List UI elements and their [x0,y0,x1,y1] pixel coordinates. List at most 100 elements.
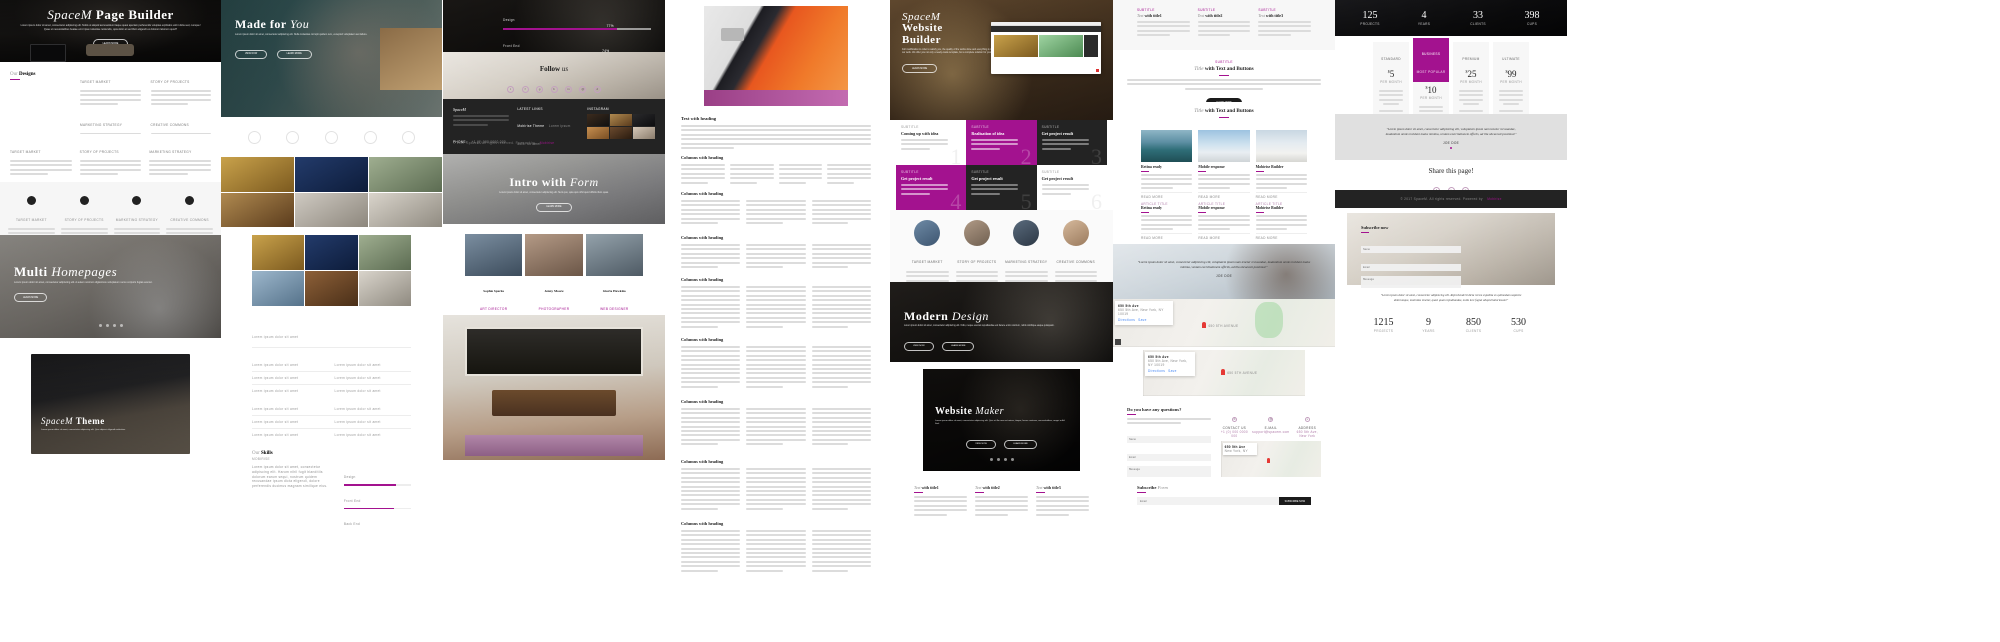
gallery-tile[interactable] [358,235,411,270]
step-card[interactable]: SUBTITLE Coming up with idea 1 [896,120,967,168]
circle-feature[interactable]: CREATIVE COMMONS [1054,220,1097,282]
feature-item[interactable]: STORY OF PROJECTS [79,140,142,178]
team-card[interactable]: Jenny Moore PHOTOGRAPHER [525,234,583,312]
block-subscribe-form[interactable]: Subscribe Form SUBSCRIBE NOW [1113,477,1335,517]
article-card[interactable]: ARTICLE TITLE Mobile response READ MORE [1198,202,1250,240]
gallery-tile[interactable] [369,193,442,227]
feature-item[interactable]: CREATIVE COMMONS [150,113,211,134]
pricing-card[interactable]: STANDARD $5 PER MONTH ORDER NOW [1373,42,1409,114]
team-card[interactable]: Sophie Sparks ART DIRECTOR [465,234,523,312]
block-icon-row[interactable]: TARGET MARKET STORY OF PROJECTS MARKETIN… [0,182,221,235]
instagram-thumb[interactable] [587,127,610,139]
gallery-tile[interactable] [305,271,358,306]
block-columns-heading-3[interactable]: Columns with heading [665,230,887,272]
message-input[interactable] [1127,465,1211,477]
title-column[interactable]: SUBTITLE Text with title2 [1197,8,1251,39]
block-text-titles-2[interactable]: SUBTITLE Text with title1 SUBTITLE Text … [1113,0,1335,50]
step-card[interactable]: SUBTITLE Get project result 3 [1036,120,1107,168]
feature-item[interactable]: STORY OF PROJECTS [150,70,211,108]
map-pin[interactable] [1266,457,1270,463]
hero-cta-button[interactable]: LEARN MORE [902,64,938,74]
instagram-thumb[interactable] [633,114,655,126]
pricing-card[interactable]: ULTIMATE $99 PER MONTH ORDER NOW [1493,42,1529,114]
instagram-thumb[interactable] [610,114,633,126]
article-card[interactable]: ARTICLE TITLE Retina ready READ MORE [1141,202,1193,240]
slider-dots[interactable] [923,448,1080,466]
block-map-boxed[interactable]: 650 5th Ave 650 5th Ave, New York, NY 10… [1113,347,1335,399]
name-input[interactable] [1127,435,1211,443]
block-columns-heading-8[interactable]: Columns with heading [665,516,887,578]
icon-feature[interactable]: CREATIVE COMMONS [166,196,213,235]
circle-feature[interactable]: TARGET MARKET [906,220,949,282]
title-column[interactable]: Text with title3 [1036,485,1089,518]
list-item[interactable]: Lorem ipsum dolor sit amet Lorem ipsum do… [252,403,411,416]
dribbble-icon[interactable]: d [593,85,601,93]
hero-view-button[interactable]: VIEW NOW [235,49,268,59]
block-footer-dark[interactable]: SpaceM Phone: +1 (0) 000 0000 000 Email:… [443,99,665,154]
block-follow-us[interactable]: Follow us t f g b in @ d [443,52,665,99]
step-card[interactable]: SUBTITLE Get project result 4 [896,165,967,210]
block-columns-heading-5[interactable]: Columns with heading [665,332,887,394]
block-circle-features[interactable]: TARGET MARKET STORY OF PROJECTS MARKETIN… [890,210,1113,282]
block-subscribe-now[interactable]: Subscribe now SUBSCRIBE [1335,208,1567,288]
block-columns-heading-7[interactable]: Columns with heading [665,454,887,516]
subscribe-email-input[interactable] [1137,497,1279,505]
block-gallery-mosaic-1[interactable] [221,157,442,227]
block-cards-2[interactable]: ARTICLE TITLE Retina ready READ MORE ART… [1113,198,1335,244]
team-card[interactable]: Gloria Hawkins WEB DESIGNER [585,234,643,312]
block-footer-bar[interactable]: © 2017 SpaceM. All rights reserved. Powe… [1335,190,1567,208]
list-item[interactable]: Lorem ipsum dolor sit amet Lorem ipsum do… [252,416,411,429]
block-our-skills[interactable]: Our Skills MOBIRISE Lorem ipsum dolor si… [221,441,442,531]
gallery-tile[interactable] [369,157,442,192]
block-cards-1[interactable]: Retina ready READ MORE Mobile response R… [1113,126,1335,198]
gallery-tile[interactable] [295,157,368,192]
linkedin-icon[interactable]: in [564,85,572,93]
social-icon-row[interactable]: t f g b in @ d [443,77,665,95]
map-search-card[interactable]: 650 5th Ave 650 5th Ave, New York, NY 10… [1145,352,1195,376]
block-logo-strip[interactable] [221,117,442,157]
block-columns-heading-1[interactable]: Columns with heading [665,150,887,186]
title-column[interactable]: Text with title1 [914,485,967,518]
block-contact-form[interactable]: Do you have any questions? CONTACT US ✆ … [1113,399,1335,477]
block-columns-heading-6[interactable]: Columns with heading [665,394,887,454]
gallery-tile[interactable] [252,271,305,306]
block-skills-dark[interactable]: Design 77% Front End 74% Back End 67% SE… [443,0,665,52]
article-card[interactable]: Mobirise Builder READ MORE [1255,130,1307,198]
block-title-buttons-2[interactable]: Title with Text and Buttons [1113,102,1335,126]
block-hero-multi-homepages[interactable]: Multi Homepages Lorem ipsum dolor sit am… [0,235,221,338]
mail-icon[interactable]: @ [579,85,587,93]
block-hero-page-builder[interactable]: SpaceM Page Builder Lorem ipsum dolor si… [0,0,221,62]
share-icon-row[interactable]: f t g [1335,178,1567,190]
icon-feature[interactable]: STORY OF PROJECTS [60,196,108,235]
block-columns-heading-4[interactable]: Columns with heading [665,272,887,332]
map-search-card[interactable]: 650 5th Ave New York, NY [1222,443,1257,455]
feature-item[interactable]: MARKETING STRATEGY [149,140,211,178]
map-pin[interactable] [1201,322,1206,329]
read-more-link[interactable]: READ MORE [1255,233,1307,240]
footer-link[interactable]: Mobirise [1487,197,1501,201]
gallery-tile[interactable] [305,235,358,270]
title-column[interactable]: SUBTITLE Text with title3 [1258,8,1311,39]
email-input[interactable] [1127,453,1211,461]
block-features-grid[interactable]: TARGET MARKET STORY OF PROJECTS MARKETIN… [0,134,221,182]
facebook-icon[interactable]: f [521,85,529,93]
block-text-with-heading[interactable]: Text with heading [665,110,887,150]
message-input[interactable] [1361,276,1461,288]
read-more-link[interactable]: READ MORE [1141,233,1193,240]
step-card[interactable]: SUBTITLE Get project result 6 [1036,165,1107,210]
feature-item[interactable]: TARGET MARKET [80,70,141,108]
instagram-thumb[interactable] [610,127,633,139]
block-hero-website-maker[interactable]: Website Maker Lorem ipsum dolor sit amet… [890,362,1113,477]
list-item[interactable]: Lorem ipsum dolor sit amet [252,321,411,348]
pricing-card[interactable]: PREMIUM $25 PER MONTH ORDER NOW [1453,42,1489,114]
article-card[interactable]: ARTICLE TITLE Mobirise Builder READ MORE [1255,202,1307,240]
feature-item[interactable]: TARGET MARKET [10,140,72,178]
instagram-thumb[interactable] [633,127,655,139]
subscribe-button[interactable]: SUBSCRIBE NOW [1278,497,1311,505]
step-card[interactable]: SUBTITLE Realisation of idea 2 [966,120,1037,168]
block-team-cards[interactable]: Sophie Sparks ART DIRECTOR Jenny Moore P… [443,224,665,312]
gallery-tile[interactable] [221,193,294,227]
block-title-buttons-1[interactable]: SUBTITLE Title with Text and Buttons LEA… [1113,50,1335,102]
gallery-tile[interactable] [221,157,294,192]
map-directions-button[interactable]: Directions [1148,369,1165,373]
